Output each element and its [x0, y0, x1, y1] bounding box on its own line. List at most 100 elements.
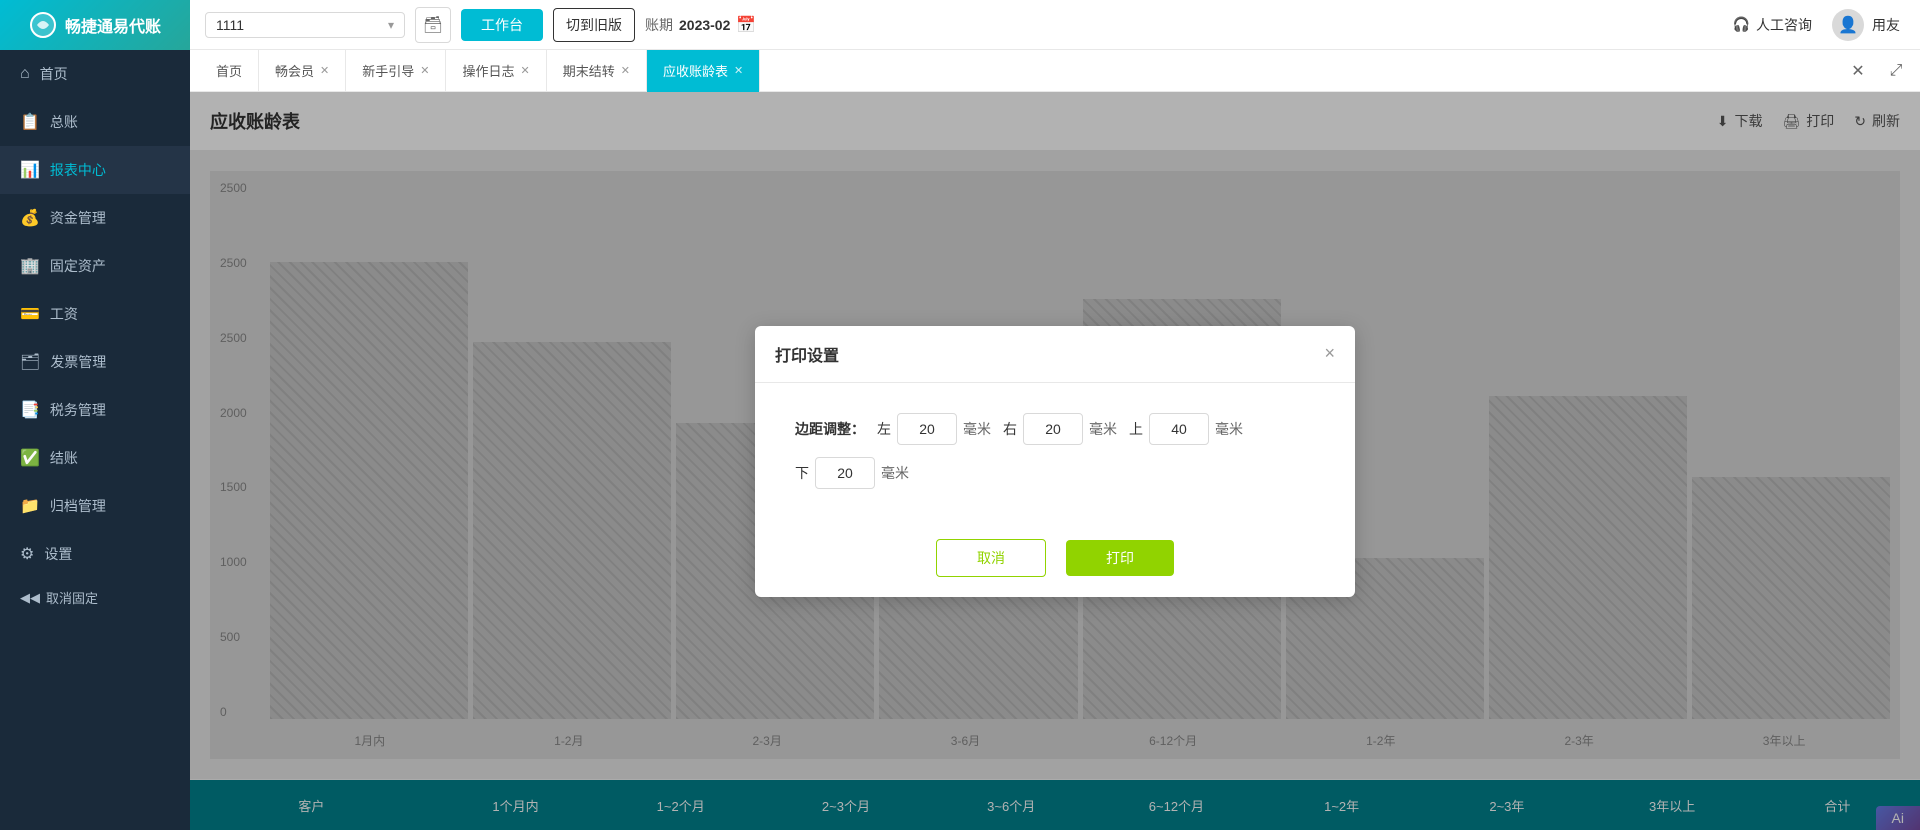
page-content: 应收账龄表 ⬇ 下载 🖨 打印 ↻ 刷新 — [190, 92, 1920, 830]
period-label: 账期 — [645, 15, 673, 35]
tab-maximize-button[interactable]: ⤢ — [1882, 57, 1910, 85]
sidebar-item-label: 税务管理 — [50, 400, 106, 420]
modal-close-button[interactable]: × — [1324, 343, 1335, 364]
tab-oplog-label: 操作日志 — [462, 61, 514, 80]
tab-member-close[interactable]: ✕ — [320, 64, 329, 77]
sidebar-item-label: 总账 — [50, 112, 78, 132]
archive-nav-icon: 📁 — [20, 496, 40, 516]
confirm-print-button[interactable]: 打印 — [1066, 540, 1174, 576]
tab-home-label: 首页 — [216, 61, 242, 80]
margin-bottom-label: 下 — [795, 463, 809, 483]
dropdown-icon: ▾ — [388, 18, 394, 32]
sidebar-item-payroll[interactable]: 💳 工资 — [0, 290, 190, 338]
funds-icon: 💰 — [20, 208, 40, 228]
tab-guide-label: 新手引导 — [362, 61, 414, 80]
margin-bottom-group: 下 毫米 — [795, 457, 909, 489]
sidebar-item-label: 工资 — [50, 304, 78, 324]
sidebar-collapse-button[interactable]: ◀◀ 取消固定 — [0, 578, 190, 617]
tab-oplog-close[interactable]: ✕ — [521, 64, 530, 77]
margin-top-label: 上 — [1129, 419, 1143, 439]
tax-icon: 📑 — [20, 400, 40, 420]
avatar: 👤 — [1832, 9, 1864, 41]
settings-icon: ⚙ — [20, 544, 34, 564]
tab-ar-aging-label: 应收账龄表 — [663, 61, 728, 80]
tab-guide[interactable]: 新手引导 ✕ — [346, 50, 446, 92]
margin-bottom-unit: 毫米 — [881, 463, 909, 483]
ledger-icon: 📋 — [20, 112, 40, 132]
content-area: 首页 畅会员 ✕ 新手引导 ✕ 操作日志 ✕ 期末结转 ✕ 应收账龄表 ✕ — [190, 50, 1920, 830]
user-area[interactable]: 👤 用友 — [1832, 9, 1900, 41]
tab-close-all-button[interactable]: ✕ — [1844, 57, 1872, 85]
margin-bottom-input[interactable] — [815, 457, 875, 489]
consult-label: 人工咨询 — [1756, 15, 1812, 35]
tab-ar-aging-close[interactable]: ✕ — [734, 64, 743, 77]
margin-left-input[interactable] — [897, 413, 957, 445]
header-middle: 1111 ▾ 🗃 工作台 切到旧版 账期 2023-02 📅 — [190, 7, 1733, 43]
header-right: 🎧 人工咨询 👤 用友 — [1733, 9, 1920, 41]
margin-top-group: 上 毫米 — [1129, 413, 1243, 445]
sidebar-item-label: 结账 — [50, 448, 78, 468]
checkout-icon: ✅ — [20, 448, 40, 468]
company-selector[interactable]: 1111 ▾ — [205, 12, 405, 38]
reports-icon: 📊 — [20, 160, 40, 180]
tab-home[interactable]: 首页 — [200, 50, 259, 92]
company-name: 1111 — [216, 17, 380, 33]
tabs-actions: ✕ ⤢ — [1844, 57, 1910, 85]
home-icon: ⌂ — [20, 65, 30, 83]
period-area: 账期 2023-02 📅 — [645, 15, 756, 35]
margin-right-input[interactable] — [1023, 413, 1083, 445]
margin-top-input[interactable] — [1149, 413, 1209, 445]
margin-label: 边距调整： — [795, 419, 865, 439]
sidebar-item-label: 首页 — [40, 64, 68, 84]
modal-overlay: 打印设置 × 边距调整： 左 毫米 右 — [190, 92, 1920, 830]
tab-member[interactable]: 畅会员 ✕ — [259, 50, 346, 92]
modal-footer: 取消 打印 — [755, 519, 1355, 597]
tab-member-label: 畅会员 — [275, 61, 314, 80]
sidebar-item-ledger[interactable]: 📋 总账 — [0, 98, 190, 146]
modal-header: 打印设置 × — [755, 326, 1355, 383]
logo-text: 畅捷通易代账 — [65, 13, 161, 37]
sidebar-item-home[interactable]: ⌂ 首页 — [0, 50, 190, 98]
archive-icon: 🗃 — [423, 15, 443, 35]
calendar-icon[interactable]: 📅 — [736, 15, 756, 35]
sidebar-item-label: 资金管理 — [50, 208, 106, 228]
tab-period-end-label: 期末结转 — [563, 61, 615, 80]
tab-guide-close[interactable]: ✕ — [420, 64, 429, 77]
sidebar-item-funds[interactable]: 💰 资金管理 — [0, 194, 190, 242]
tab-oplog[interactable]: 操作日志 ✕ — [446, 50, 546, 92]
tabs-bar: 首页 畅会员 ✕ 新手引导 ✕ 操作日志 ✕ 期末结转 ✕ 应收账龄表 ✕ — [190, 50, 1920, 92]
period-value: 2023-02 — [679, 17, 730, 33]
header: 畅捷通易代账 1111 ▾ 🗃 工作台 切到旧版 账期 2023-02 📅 🎧 … — [0, 0, 1920, 50]
cancel-button[interactable]: 取消 — [936, 539, 1046, 577]
sidebar-item-checkout[interactable]: ✅ 结账 — [0, 434, 190, 482]
margin-left-unit: 毫米 — [963, 419, 991, 439]
sidebar-item-label: 报表中心 — [50, 160, 106, 180]
sidebar-item-settings[interactable]: ⚙ 设置 — [0, 530, 190, 578]
sidebar-item-label: 发票管理 — [50, 352, 106, 372]
margin-left-label: 左 — [877, 419, 891, 439]
sidebar-item-label: 设置 — [44, 544, 72, 564]
margin-right-group: 右 毫米 — [1003, 413, 1117, 445]
sidebar-item-tax[interactable]: 📑 税务管理 — [0, 386, 190, 434]
print-settings-modal: 打印设置 × 边距调整： 左 毫米 右 — [755, 326, 1355, 597]
archive-button[interactable]: 🗃 — [415, 7, 451, 43]
tab-ar-aging[interactable]: 应收账龄表 ✕ — [647, 50, 760, 92]
switch-version-button[interactable]: 切到旧版 — [553, 8, 635, 42]
logo: 畅捷通易代账 — [0, 0, 190, 50]
sidebar-item-invoice[interactable]: 🗂 发票管理 — [0, 338, 190, 386]
sidebar-item-label: 归档管理 — [50, 496, 106, 516]
sidebar-item-assets[interactable]: 🏢 固定资产 — [0, 242, 190, 290]
user-name: 用友 — [1872, 15, 1900, 35]
sidebar: ⌂ 首页 📋 总账 📊 报表中心 💰 资金管理 🏢 固定资产 💳 工资 🗂 发票… — [0, 50, 190, 830]
modal-body: 边距调整： 左 毫米 右 毫米 — [755, 383, 1355, 519]
workbench-button[interactable]: 工作台 — [461, 9, 543, 41]
margin-right-unit: 毫米 — [1089, 419, 1117, 439]
logo-icon — [29, 11, 57, 39]
sidebar-item-reports[interactable]: 📊 报表中心 — [0, 146, 190, 194]
tab-period-end-close[interactable]: ✕ — [621, 64, 630, 77]
consult-button[interactable]: 🎧 人工咨询 — [1733, 15, 1812, 35]
sidebar-item-archive[interactable]: 📁 归档管理 — [0, 482, 190, 530]
sidebar-item-label: 固定资产 — [50, 256, 106, 276]
modal-title: 打印设置 — [775, 342, 839, 366]
tab-period-end[interactable]: 期末结转 ✕ — [547, 50, 647, 92]
